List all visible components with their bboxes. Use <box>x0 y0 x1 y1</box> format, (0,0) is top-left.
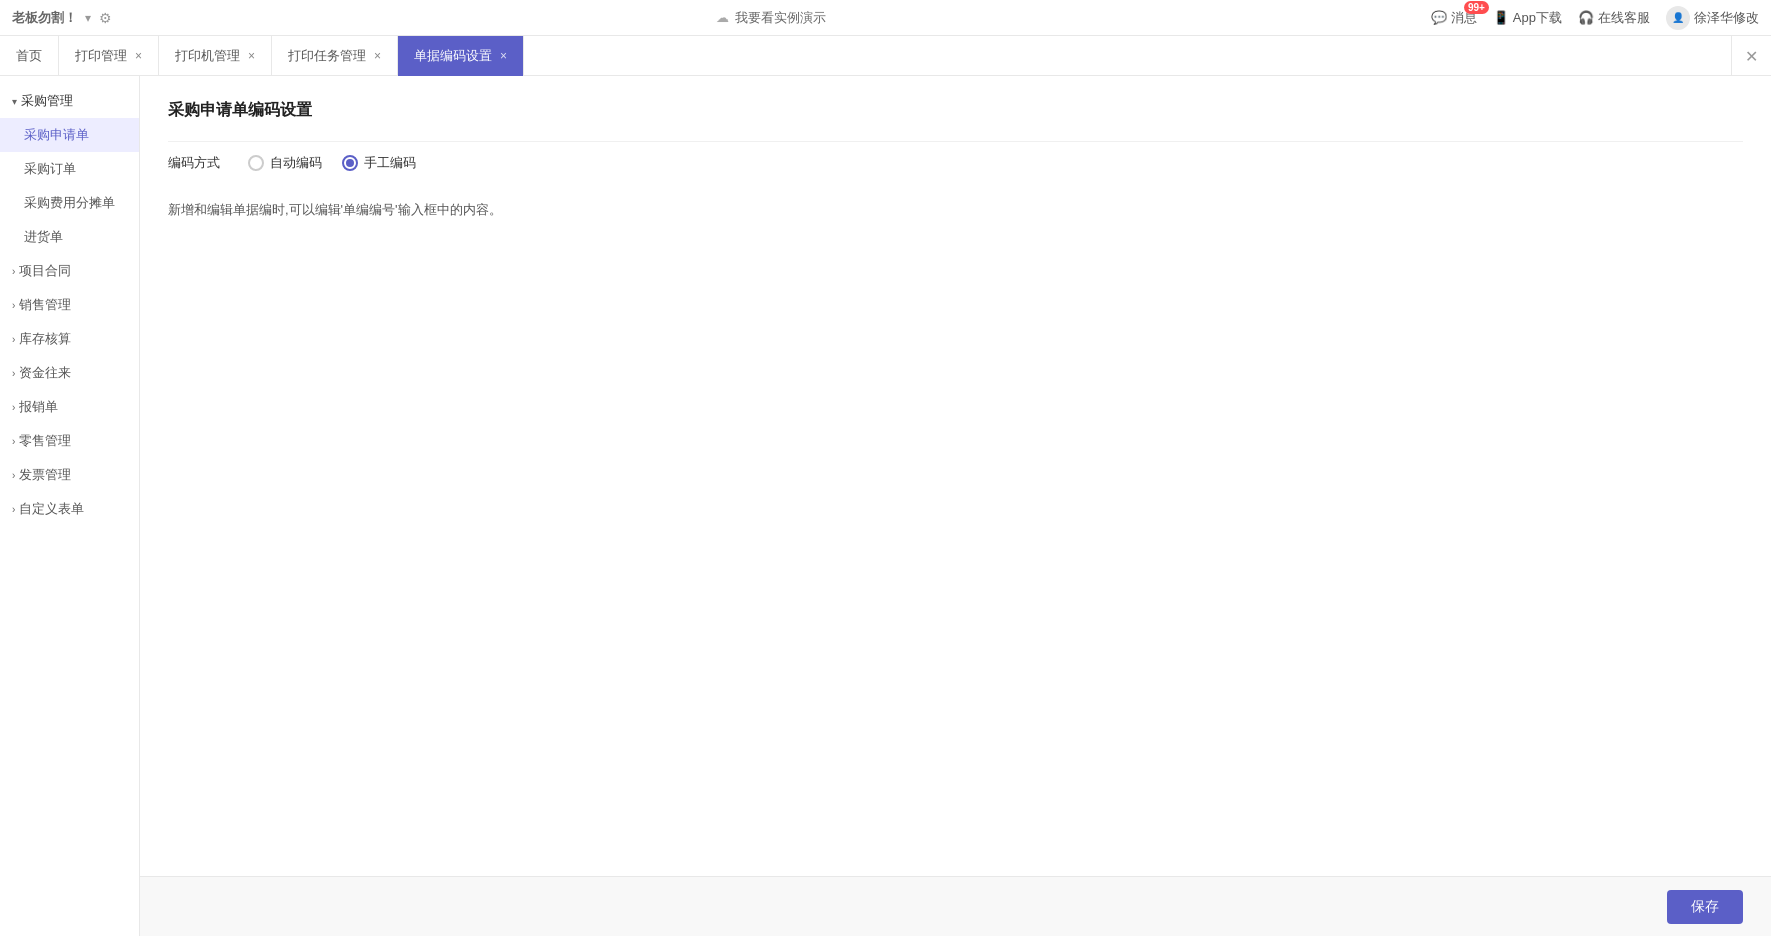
sidebar: ▾ 采购管理 采购申请单 采购订单 采购费用分摊单 进货单 › 项目合同 › 销… <box>0 76 140 936</box>
radio-group: 自动编码 手工编码 <box>248 154 416 172</box>
sidebar-group-inventory-label: 库存核算 <box>19 330 71 348</box>
sidebar-group-custom-form[interactable]: › 自定义表单 <box>0 492 139 526</box>
page-title: 采购申请单编码设置 <box>168 100 1743 121</box>
online-service-label: 在线客服 <box>1598 9 1650 27</box>
tab-printer-management-label: 打印机管理 <box>175 47 240 65</box>
manual-code-option[interactable]: 手工编码 <box>342 154 416 172</box>
close-icon: ✕ <box>1745 47 1758 66</box>
sidebar-item-goods-receipt[interactable]: 进货单 <box>0 220 139 254</box>
expand-arrow-icon-finance: › <box>12 368 15 379</box>
expand-arrow-icon-expense: › <box>12 402 15 413</box>
sidebar-group-inventory[interactable]: › 库存核算 <box>0 322 139 356</box>
auto-code-radio[interactable] <box>248 155 264 171</box>
tab-print-task[interactable]: 打印任务管理 × <box>272 36 398 76</box>
sidebar-group-invoice-label: 发票管理 <box>19 466 71 484</box>
expand-arrow-icon-retail: › <box>12 436 15 447</box>
expand-arrow-icon-inventory: › <box>12 334 15 345</box>
sidebar-group-finance[interactable]: › 资金往来 <box>0 356 139 390</box>
sidebar-group-project-contract[interactable]: › 项目合同 <box>0 254 139 288</box>
sidebar-group-retail-label: 零售管理 <box>19 432 71 450</box>
app-download-action[interactable]: 📱 App下载 <box>1493 9 1562 27</box>
content-area: 采购申请单编码设置 编码方式 自动编码 手工编码 新增和编辑单据编时,可以编辑'… <box>140 76 1771 936</box>
hint-text: 新增和编辑单据编时,可以编辑'单编编号'输入框中的内容。 <box>168 200 1743 221</box>
top-bar: 老板勿割！ ▾ ⚙ ☁ 我要看实例演示 💬 消息 99+ 📱 App下载 🎧 在… <box>0 0 1771 36</box>
tab-print-task-close[interactable]: × <box>374 49 381 63</box>
sidebar-item-purchase-request-label: 采购申请单 <box>24 127 89 142</box>
tab-print-task-label: 打印任务管理 <box>288 47 366 65</box>
user-profile[interactable]: 👤 徐泽华修改 <box>1666 6 1759 30</box>
online-service-action[interactable]: 🎧 在线客服 <box>1578 9 1650 27</box>
save-button[interactable]: 保存 <box>1667 890 1743 924</box>
settings-icon[interactable]: ⚙ <box>99 10 112 26</box>
sidebar-group-retail[interactable]: › 零售管理 <box>0 424 139 458</box>
sidebar-group-custom-form-label: 自定义表单 <box>19 500 84 518</box>
sidebar-group-sales[interactable]: › 销售管理 <box>0 288 139 322</box>
expand-arrow-icon-sales: › <box>12 300 15 311</box>
demo-text: 我要看实例演示 <box>735 9 826 27</box>
content-inner: 采购申请单编码设置 编码方式 自动编码 手工编码 新增和编辑单据编时,可以编辑'… <box>140 76 1771 876</box>
top-bar-left: 老板勿割！ ▾ ⚙ <box>12 9 112 27</box>
tab-home-label: 首页 <box>16 47 42 65</box>
auto-code-label: 自动编码 <box>270 154 322 172</box>
cloud-icon: ☁ <box>716 10 729 25</box>
encoding-label: 编码方式 <box>168 154 248 172</box>
avatar: 👤 <box>1666 6 1690 30</box>
demo-link[interactable]: ☁ 我要看实例演示 <box>716 9 826 27</box>
sidebar-item-purchase-expense[interactable]: 采购费用分摊单 <box>0 186 139 220</box>
tab-print-management-label: 打印管理 <box>75 47 127 65</box>
sidebar-group-sales-label: 销售管理 <box>19 296 71 314</box>
app-title: 老板勿割！ <box>12 9 77 27</box>
sidebar-group-project-contract-label: 项目合同 <box>19 262 71 280</box>
manual-code-radio[interactable] <box>342 155 358 171</box>
tab-bar: 首页 打印管理 × 打印机管理 × 打印任务管理 × 单据编码设置 × ✕ <box>0 36 1771 76</box>
arrow-down-icon[interactable]: ▾ <box>85 11 91 25</box>
sidebar-item-goods-receipt-label: 进货单 <box>24 229 63 244</box>
encoding-section: 编码方式 自动编码 手工编码 <box>168 141 1743 184</box>
expand-arrow-icon-custom: › <box>12 504 15 515</box>
sidebar-group-expense-label: 报销单 <box>19 398 58 416</box>
tab-printer-management-close[interactable]: × <box>248 49 255 63</box>
tab-printer-management[interactable]: 打印机管理 × <box>159 36 272 76</box>
sidebar-group-procurement[interactable]: ▾ 采购管理 <box>0 84 139 118</box>
collapse-arrow-icon: ▾ <box>12 96 17 107</box>
top-bar-right: 💬 消息 99+ 📱 App下载 🎧 在线客服 👤 徐泽华修改 <box>1431 6 1759 30</box>
sidebar-group-procurement-label: 采购管理 <box>21 92 73 110</box>
message-action[interactable]: 💬 消息 99+ <box>1431 9 1477 27</box>
tab-code-settings-close[interactable]: × <box>500 49 507 63</box>
manual-code-label: 手工编码 <box>364 154 416 172</box>
headset-icon: 🎧 <box>1578 10 1594 25</box>
expand-arrow-icon-invoice: › <box>12 470 15 481</box>
content-footer: 保存 <box>140 876 1771 936</box>
sidebar-item-purchase-order-label: 采购订单 <box>24 161 76 176</box>
user-name: 徐泽华修改 <box>1694 9 1759 27</box>
sidebar-group-expense[interactable]: › 报销单 <box>0 390 139 424</box>
mobile-icon: 📱 <box>1493 10 1509 25</box>
auto-code-option[interactable]: 自动编码 <box>248 154 322 172</box>
message-badge: 99+ <box>1464 1 1489 14</box>
tab-print-management[interactable]: 打印管理 × <box>59 36 159 76</box>
app-download-label: App下载 <box>1513 9 1562 27</box>
sidebar-group-finance-label: 资金往来 <box>19 364 71 382</box>
sidebar-item-purchase-order[interactable]: 采购订单 <box>0 152 139 186</box>
tab-print-management-close[interactable]: × <box>135 49 142 63</box>
main-layout: ▾ 采购管理 采购申请单 采购订单 采购费用分摊单 进货单 › 项目合同 › 销… <box>0 76 1771 936</box>
expand-arrow-icon: › <box>12 266 15 277</box>
sidebar-item-purchase-expense-label: 采购费用分摊单 <box>24 195 115 210</box>
tab-code-settings[interactable]: 单据编码设置 × <box>398 36 524 76</box>
tab-code-settings-label: 单据编码设置 <box>414 47 492 65</box>
sidebar-item-purchase-request[interactable]: 采购申请单 <box>0 118 139 152</box>
tab-home[interactable]: 首页 <box>0 36 59 76</box>
sidebar-group-invoice[interactable]: › 发票管理 <box>0 458 139 492</box>
message-icon: 💬 <box>1431 10 1447 25</box>
tab-global-close[interactable]: ✕ <box>1731 36 1771 76</box>
